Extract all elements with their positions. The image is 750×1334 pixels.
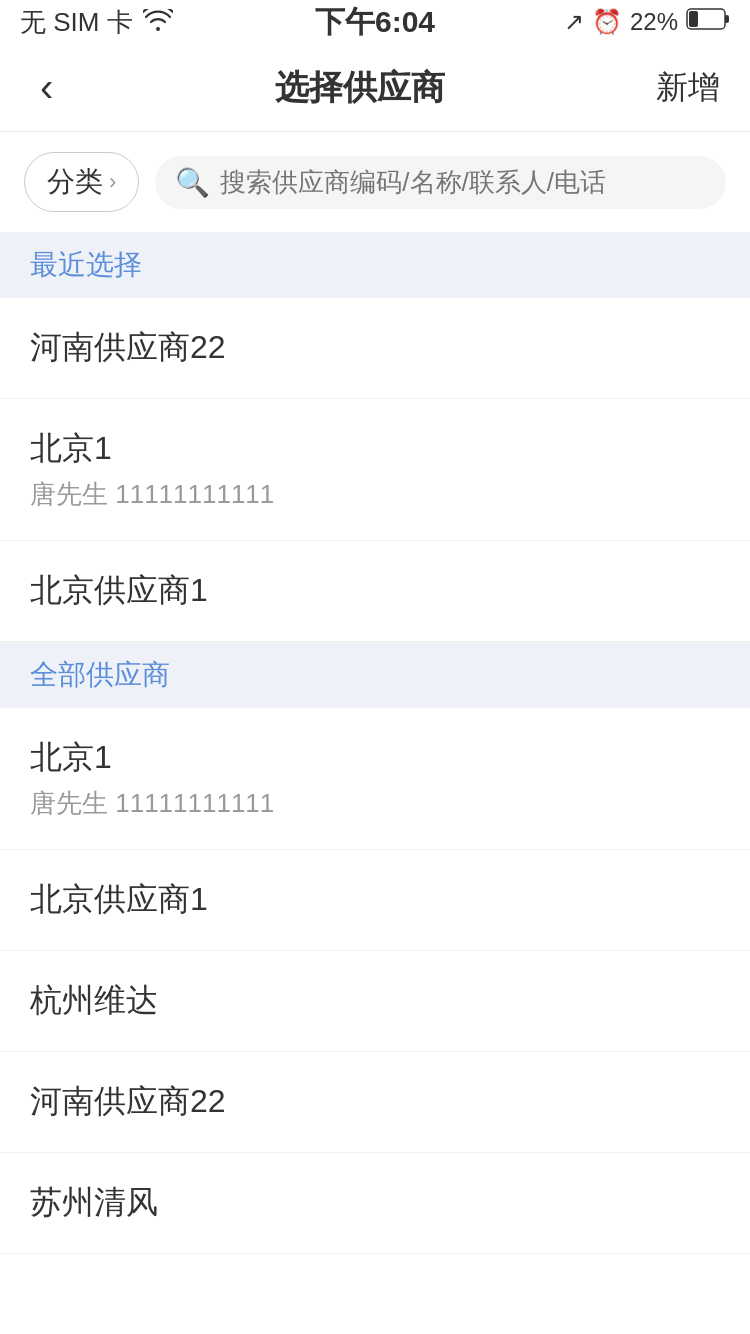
list-item[interactable]: 北京1 唐先生 11111111111 [0, 399, 750, 541]
battery-icon [686, 8, 730, 36]
item-name: 北京1 [30, 736, 720, 780]
chevron-right-icon: › [109, 169, 116, 195]
list-item[interactable]: 北京供应商1 [0, 850, 750, 951]
location-icon: ↗ [564, 8, 584, 36]
svg-rect-2 [689, 11, 698, 27]
list-item[interactable]: 杭州维达 [0, 951, 750, 1052]
item-sub: 唐先生 11111111111 [30, 477, 720, 512]
svg-rect-1 [725, 15, 729, 23]
new-action-button[interactable]: 新增 [656, 66, 720, 110]
wifi-icon [143, 7, 173, 38]
search-input[interactable] [220, 167, 706, 198]
alarm-icon: ⏰ [592, 8, 622, 36]
search-bar: 分类 › 🔍 [0, 132, 750, 232]
item-sub: 唐先生 11111111111 [30, 786, 720, 821]
status-bar: 无 SIM 卡 下午6:04 ↗ ⏰ 22% [0, 0, 750, 44]
list-item[interactable]: 苏州清风 [0, 1153, 750, 1254]
list-item[interactable]: 河南供应商22 [0, 298, 750, 399]
list-item[interactable]: 河南供应商22 [0, 1052, 750, 1153]
item-name: 河南供应商22 [30, 1080, 720, 1124]
search-icon: 🔍 [175, 166, 210, 199]
back-button[interactable]: ‹ [30, 55, 63, 120]
search-input-wrapper: 🔍 [155, 156, 726, 209]
category-label: 分类 [47, 163, 103, 201]
page-title: 选择供应商 [275, 65, 445, 111]
category-button[interactable]: 分类 › [24, 152, 139, 212]
status-right: ↗ ⏰ 22% [564, 8, 730, 36]
item-name: 杭州维达 [30, 979, 720, 1023]
battery-text: 22% [630, 8, 678, 36]
item-name: 北京供应商1 [30, 569, 720, 613]
list-item[interactable]: 北京供应商1 [0, 541, 750, 642]
carrier-text: 无 SIM 卡 [20, 5, 133, 40]
section-header-all: 全部供应商 [0, 642, 750, 708]
section-header-recent: 最近选择 [0, 232, 750, 298]
sections-container: 最近选择河南供应商22 北京1 唐先生 11111111111 北京供应商1 全部供应商… [0, 232, 750, 1254]
item-name: 苏州清风 [30, 1181, 720, 1225]
status-time: 下午6:04 [315, 2, 435, 43]
item-name: 北京供应商1 [30, 878, 720, 922]
nav-bar: ‹ 选择供应商 新增 [0, 44, 750, 132]
item-name: 北京1 [30, 427, 720, 471]
status-left: 无 SIM 卡 [20, 5, 173, 40]
list-item[interactable]: 北京1 唐先生 11111111111 [0, 708, 750, 850]
item-name: 河南供应商22 [30, 326, 720, 370]
